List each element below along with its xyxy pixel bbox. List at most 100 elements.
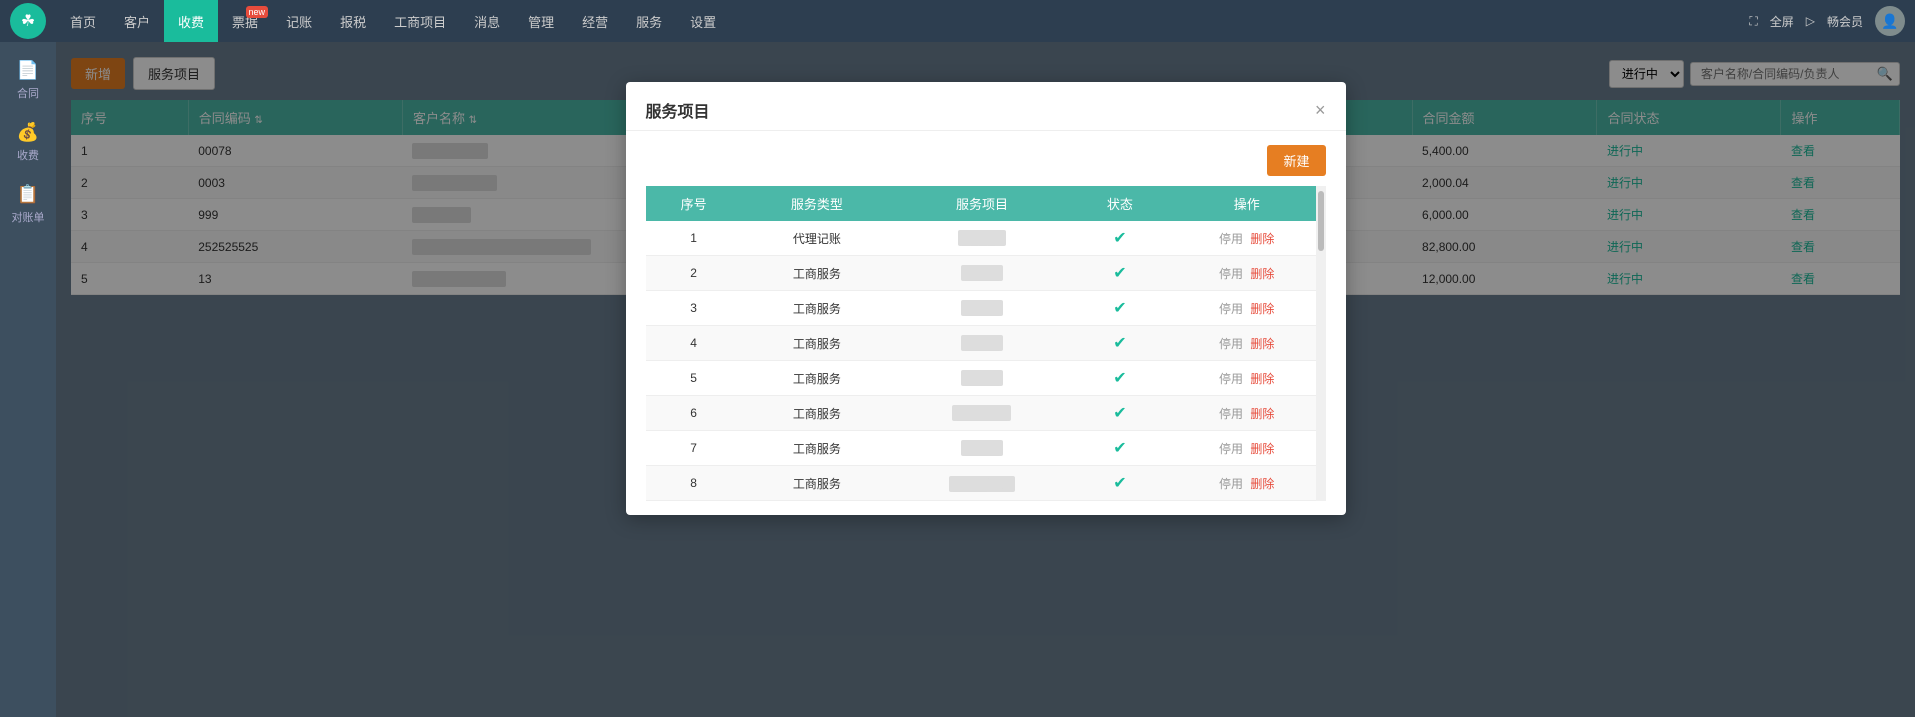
sidebar-label-fee: 收费	[17, 147, 39, 163]
avatar[interactable]: 👤	[1875, 6, 1905, 36]
modal-header: 服务项目 ×	[626, 82, 1346, 131]
scroll-indicator[interactable]	[1316, 186, 1326, 501]
fullscreen-icon[interactable]: ⛶	[1749, 14, 1757, 29]
service-row: 7 工商服务 ████ ✔ 停用 删除	[646, 431, 1326, 466]
nav-home[interactable]: 首页	[56, 0, 110, 42]
scell-item: ████	[892, 256, 1072, 291]
scell-action: 停用 删除	[1168, 221, 1326, 256]
nav-settings[interactable]: 设置	[676, 0, 730, 42]
scell-status: ✔	[1072, 221, 1168, 256]
nav-invoice[interactable]: 票据 new	[218, 0, 272, 42]
scell-status: ✔	[1072, 291, 1168, 326]
scell-action: 停用 删除	[1168, 466, 1326, 501]
stop-button[interactable]: 停用	[1219, 442, 1243, 456]
sidebar-item-statement[interactable]: 📋 对账单	[3, 176, 53, 233]
modal-new-button[interactable]: 新建	[1267, 145, 1325, 176]
scell-no: 2	[646, 256, 742, 291]
scell-type: 工商服务	[742, 291, 892, 326]
scell-no: 8	[646, 466, 742, 501]
nav-customer[interactable]: 客户	[110, 0, 164, 42]
modal-overlay[interactable]: 服务项目 × 新建 序号 服务类型 服务项目	[56, 42, 1915, 717]
scol-status: 状态	[1072, 186, 1168, 221]
scell-action: 停用 删除	[1168, 256, 1326, 291]
delete-button[interactable]: 删除	[1250, 267, 1274, 281]
stop-button[interactable]: 停用	[1219, 372, 1243, 386]
scell-type: 工商服务	[742, 396, 892, 431]
scell-no: 5	[646, 361, 742, 396]
member-label: 畅会员	[1827, 13, 1863, 30]
scell-status: ✔	[1072, 466, 1168, 501]
delete-button[interactable]: 删除	[1250, 302, 1274, 316]
scell-type: 工商服务	[742, 256, 892, 291]
modal-close-button[interactable]: ×	[1315, 100, 1326, 121]
play-icon[interactable]: ▷	[1806, 14, 1815, 28]
scell-status: ✔	[1072, 431, 1168, 466]
scell-item: ████	[892, 291, 1072, 326]
service-table: 序号 服务类型 服务项目 状态 操作 1 代理记账 ████1 ✔ 停用	[646, 186, 1326, 501]
scol-type: 服务类型	[742, 186, 892, 221]
sidebar: 📄 合同 💰 收费 📋 对账单	[0, 42, 56, 717]
scell-no: 6	[646, 396, 742, 431]
stop-button[interactable]: 停用	[1219, 407, 1243, 421]
service-row: 4 工商服务 ████ ✔ 停用 删除	[646, 326, 1326, 361]
logo-icon: ☘	[21, 11, 35, 31]
modal-title: 服务项目	[646, 98, 710, 122]
service-row: 8 工商服务 ████注册 ✔ 停用 删除	[646, 466, 1326, 501]
contract-icon: 📄	[17, 60, 39, 81]
scell-status: ✔	[1072, 326, 1168, 361]
stop-button[interactable]: 停用	[1219, 267, 1243, 281]
sidebar-label-contract: 合同	[17, 85, 39, 101]
content-area: 新增 服务项目 进行中 已结束 全部 🔍 序号 合同编码 ⇅	[56, 42, 1915, 717]
sidebar-label-statement: 对账单	[12, 209, 45, 225]
scell-action: 停用 删除	[1168, 396, 1326, 431]
stop-button[interactable]: 停用	[1219, 302, 1243, 316]
main-layout: 📄 合同 💰 收费 📋 对账单 新增 服务项目 进行中 已结束 全部	[0, 42, 1915, 717]
nav-business[interactable]: 工商项目	[380, 0, 460, 42]
service-modal: 服务项目 × 新建 序号 服务类型 服务项目	[626, 82, 1346, 515]
scell-action: 停用 删除	[1168, 291, 1326, 326]
sidebar-item-contract[interactable]: 📄 合同	[3, 52, 53, 109]
nav-message[interactable]: 消息	[460, 0, 514, 42]
delete-button[interactable]: 删除	[1250, 232, 1274, 246]
new-badge: new	[246, 6, 269, 18]
delete-button[interactable]: 删除	[1250, 372, 1274, 386]
delete-button[interactable]: 删除	[1250, 407, 1274, 421]
statement-icon: 📋	[17, 184, 39, 205]
nav-tax[interactable]: 报税	[326, 0, 380, 42]
scell-item: ████1	[892, 221, 1072, 256]
logo: ☘	[10, 3, 46, 39]
nav-bookkeeping[interactable]: 记账	[272, 0, 326, 42]
stop-button[interactable]: 停用	[1219, 337, 1243, 351]
scell-no: 4	[646, 326, 742, 361]
delete-button[interactable]: 删除	[1250, 337, 1274, 351]
nav-operation[interactable]: 经营	[568, 0, 622, 42]
scell-status: ✔	[1072, 256, 1168, 291]
service-row: 2 工商服务 ████ ✔ 停用 删除	[646, 256, 1326, 291]
service-row: 6 工商服务 ██████ ✔ 停用 删除	[646, 396, 1326, 431]
right-actions: ⛶ 全屏 ▷ 畅会员 👤	[1749, 6, 1905, 36]
scol-item: 服务项目	[892, 186, 1072, 221]
scell-item: ██████	[892, 396, 1072, 431]
stop-button[interactable]: 停用	[1219, 232, 1243, 246]
fullscreen-label: 全屏	[1770, 13, 1794, 30]
nav-service[interactable]: 服务	[622, 0, 676, 42]
modal-toolbar: 新建	[646, 145, 1326, 176]
scell-item: ████注册	[892, 466, 1072, 501]
delete-button[interactable]: 删除	[1250, 477, 1274, 491]
nav-fee[interactable]: 收费	[164, 0, 218, 42]
sidebar-item-fee[interactable]: 💰 收费	[3, 114, 53, 171]
scell-type: 工商服务	[742, 466, 892, 501]
scell-status: ✔	[1072, 396, 1168, 431]
delete-button[interactable]: 删除	[1250, 442, 1274, 456]
scol-action: 操作	[1168, 186, 1326, 221]
scell-item: ████	[892, 431, 1072, 466]
nav-items: 首页 客户 收费 票据 new 记账 报税 工商项目 消息 管理 经营 服务 设…	[56, 0, 1749, 42]
stop-button[interactable]: 停用	[1219, 477, 1243, 491]
service-table-wrap: 序号 服务类型 服务项目 状态 操作 1 代理记账 ████1 ✔ 停用	[646, 186, 1326, 501]
scell-type: 工商服务	[742, 326, 892, 361]
scol-no: 序号	[646, 186, 742, 221]
nav-manage[interactable]: 管理	[514, 0, 568, 42]
scell-status: ✔	[1072, 361, 1168, 396]
scell-type: 工商服务	[742, 361, 892, 396]
scell-type: 工商服务	[742, 431, 892, 466]
